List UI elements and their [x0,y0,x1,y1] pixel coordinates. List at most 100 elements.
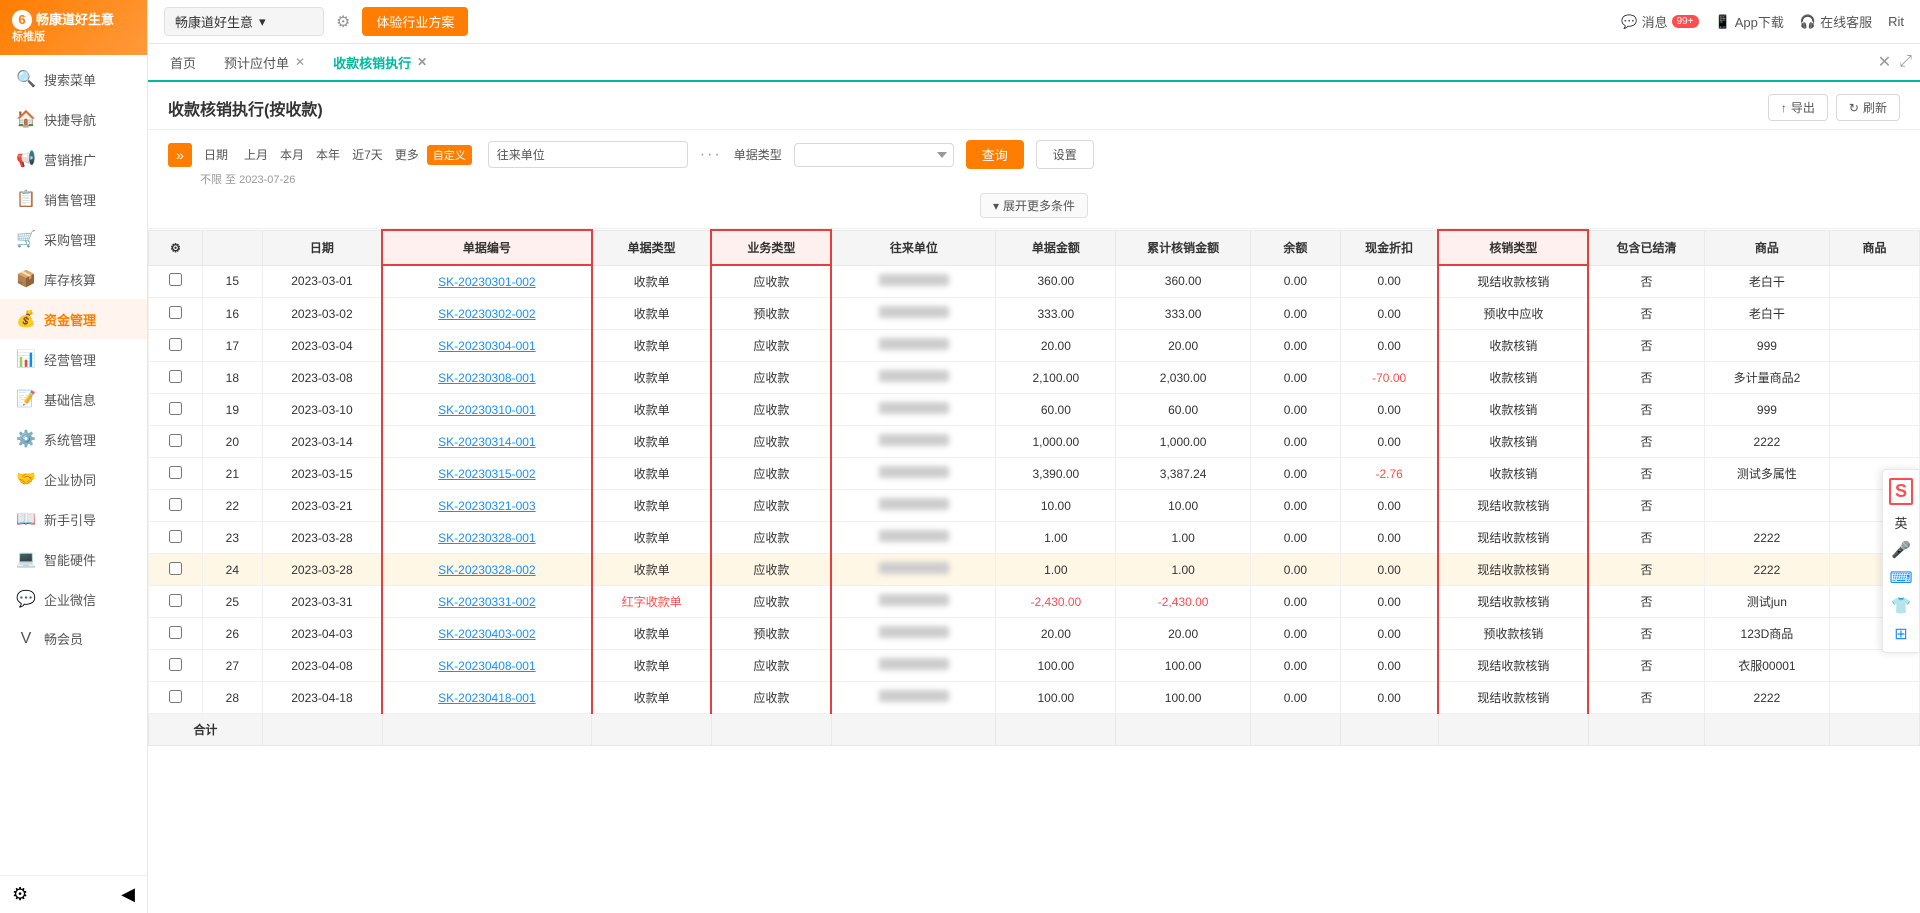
sidebar-item-purchase[interactable]: 🛒采购管理 [0,219,147,259]
tab-home[interactable]: 首页 [156,45,210,82]
row-checkbox[interactable] [169,690,182,703]
voucher-no-link[interactable]: SK-20230301-002 [438,275,535,289]
cell-checkbox[interactable] [149,554,203,586]
row-checkbox[interactable] [169,466,182,479]
row-checkbox[interactable] [169,306,182,319]
voucher-type-select[interactable] [794,143,954,167]
voucher-no-link[interactable]: SK-20230331-002 [438,595,535,609]
sidebar-item-hardware[interactable]: 💻智能硬件 [0,539,147,579]
cell-voucher-no[interactable]: SK-20230302-002 [382,298,592,330]
floating-text-icon[interactable]: 英 [1894,513,1907,532]
sidebar-item-inventory[interactable]: 📦库存核算 [0,259,147,299]
date-last-month[interactable]: 上月 [240,144,272,165]
tab-expand-icon[interactable]: ⤢ [1899,53,1912,71]
settings-icon[interactable]: ⚙ [12,884,28,905]
cell-voucher-no[interactable]: SK-20230321-003 [382,490,592,522]
app-download-item[interactable]: 📱 App下载 [1715,12,1784,31]
cell-voucher-no[interactable]: SK-20230308-001 [382,362,592,394]
col-header-date[interactable]: 日期 [262,230,382,265]
cell-checkbox[interactable] [149,618,203,650]
voucher-no-link[interactable]: SK-20230321-003 [438,499,535,513]
voucher-no-link[interactable]: SK-20230314-001 [438,435,535,449]
floating-shirt-icon[interactable]: 👕 [1891,596,1911,616]
filter-toggle-btn[interactable]: » [168,143,192,167]
tab-pre-payment-close[interactable]: ✕ [295,55,305,69]
voucher-no-link[interactable]: SK-20230403-002 [438,627,535,641]
date-last-7days[interactable]: 近7天 [348,144,387,165]
tab-close-icon[interactable]: ✕ [1878,52,1891,72]
cell-voucher-no[interactable]: SK-20230328-001 [382,522,592,554]
row-checkbox[interactable] [169,273,182,286]
sidebar-item-quick-nav[interactable]: 🏠快捷导航 [0,99,147,139]
row-checkbox[interactable] [169,626,182,639]
row-checkbox[interactable] [169,370,182,383]
sidebar-item-operations[interactable]: 📊经营管理 [0,339,147,379]
sidebar-item-member[interactable]: V畅会员 [0,619,147,658]
cell-voucher-no[interactable]: SK-20230331-002 [382,586,592,618]
cell-checkbox[interactable] [149,458,203,490]
date-this-year[interactable]: 本年 [312,144,344,165]
col-header-include-cleared[interactable]: 包含已结清 [1588,230,1704,265]
voucher-no-link[interactable]: SK-20230418-001 [438,691,535,705]
col-header-writeoff-type[interactable]: 核销类型 [1438,230,1588,265]
cell-voucher-no[interactable]: SK-20230403-002 [382,618,592,650]
topbar-gear-icon[interactable]: ⚙ [336,12,350,32]
export-btn[interactable]: ↑ 导出 [1768,94,1828,121]
row-checkbox[interactable] [169,498,182,511]
cell-checkbox[interactable] [149,298,203,330]
sidebar-item-guide[interactable]: 📖新手引导 [0,499,147,539]
col-header-writeoff-amount[interactable]: 累计核销金额 [1116,230,1251,265]
floating-mic-icon[interactable]: 🎤 [1891,540,1911,560]
cell-checkbox[interactable] [149,362,203,394]
col-header-amount[interactable]: 单据金额 [996,230,1116,265]
voucher-no-link[interactable]: SK-20230310-001 [438,403,535,417]
voucher-no-link[interactable]: SK-20230328-002 [438,563,535,577]
cell-voucher-no[interactable]: SK-20230314-001 [382,426,592,458]
cell-checkbox[interactable] [149,682,203,714]
col-header-voucher-no[interactable]: 单据编号 [382,230,592,265]
sidebar-item-search-menu[interactable]: 🔍搜索菜单 [0,59,147,99]
col-header-goods[interactable]: 商品 [1704,230,1829,265]
voucher-no-link[interactable]: SK-20230304-001 [438,339,535,353]
partner-input[interactable]: 往来单位 [488,141,688,168]
cell-voucher-no[interactable]: SK-20230408-001 [382,650,592,682]
messages-item[interactable]: 💬 消息 99+ [1621,12,1698,31]
expand-conditions-btn[interactable]: ▾ 展开更多条件 [980,193,1088,218]
row-checkbox[interactable] [169,338,182,351]
cell-checkbox[interactable] [149,330,203,362]
col-header-biz-type[interactable]: 业务类型 [711,230,831,265]
user-avatar[interactable]: Rit [1888,14,1904,29]
cell-checkbox[interactable] [149,650,203,682]
col-header-voucher-type[interactable]: 单据类型 [592,230,712,265]
cell-voucher-no[interactable]: SK-20230328-002 [382,554,592,586]
sidebar-item-marketing[interactable]: 📢营销推广 [0,139,147,179]
col-header-partner[interactable]: 往来单位 [831,230,996,265]
voucher-no-link[interactable]: SK-20230315-002 [438,467,535,481]
sidebar-item-sales[interactable]: 📋销售管理 [0,179,147,219]
sidebar-item-finance[interactable]: 💰资金管理 [0,299,147,339]
tab-pre-payment[interactable]: 预计应付单 ✕ [210,45,319,82]
more-options-dots[interactable]: ··· [700,146,722,164]
cell-checkbox[interactable] [149,426,203,458]
cell-checkbox[interactable] [149,490,203,522]
row-checkbox[interactable] [169,562,182,575]
voucher-no-link[interactable]: SK-20230308-001 [438,371,535,385]
sidebar-item-wechat[interactable]: 💬企业微信 [0,579,147,619]
row-checkbox[interactable] [169,434,182,447]
date-this-month[interactable]: 本月 [276,144,308,165]
voucher-no-link[interactable]: SK-20230328-001 [438,531,535,545]
query-btn[interactable]: 查询 [966,140,1024,169]
collapse-icon[interactable]: ◀ [121,884,135,905]
tab-receipt-writeoff-close[interactable]: ✕ [417,55,427,69]
cell-checkbox[interactable] [149,394,203,426]
date-custom-btn[interactable]: 自定义 [427,145,472,165]
sidebar-item-basic-info[interactable]: 📝基础信息 [0,379,147,419]
cell-checkbox[interactable] [149,586,203,618]
row-checkbox[interactable] [169,530,182,543]
cell-checkbox[interactable] [149,522,203,554]
voucher-no-link[interactable]: SK-20230302-002 [438,307,535,321]
cell-voucher-no[interactable]: SK-20230418-001 [382,682,592,714]
settings-btn[interactable]: 设置 [1036,140,1094,169]
cell-voucher-no[interactable]: SK-20230310-001 [382,394,592,426]
col-header-balance[interactable]: 余额 [1251,230,1341,265]
